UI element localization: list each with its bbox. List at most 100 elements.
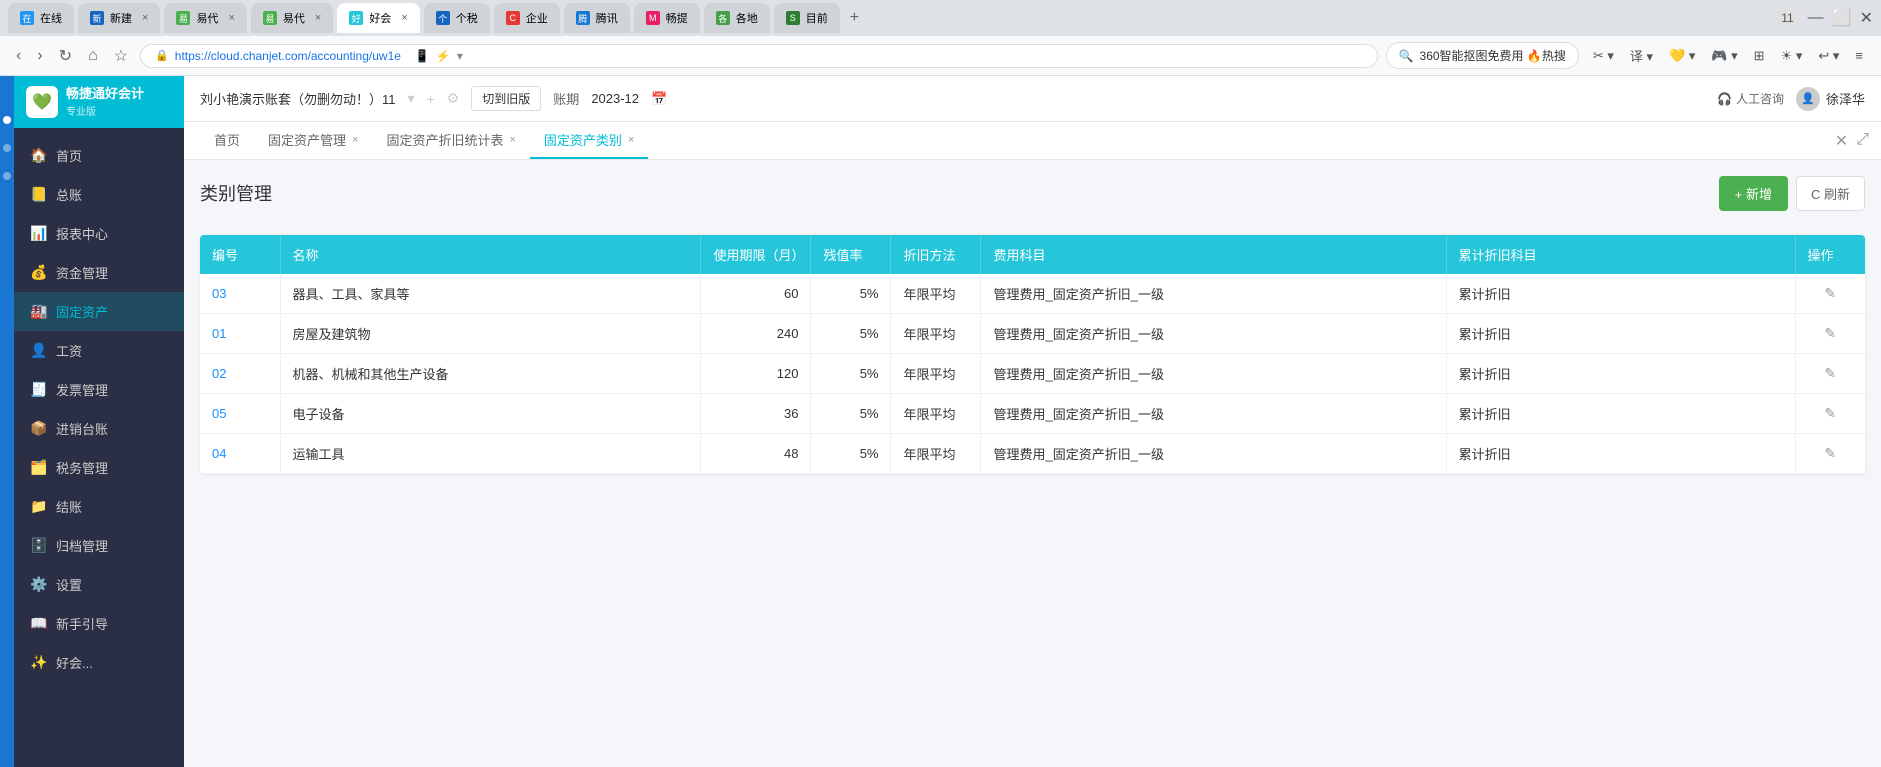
sidebar-item-haohui[interactable]: ✨ 好会...	[14, 643, 184, 682]
translate-tool[interactable]: 译 ▾	[1624, 43, 1659, 68]
cut-tool[interactable]: ✂ ▾	[1587, 45, 1620, 67]
cell-name: 运输工具	[280, 434, 701, 474]
tab-tengxun[interactable]: 腾 腾讯	[564, 3, 630, 33]
settings-gear-icon[interactable]: ⚙	[447, 90, 460, 107]
th-name: 名称	[280, 235, 701, 274]
dropdown-icon[interactable]: ▾	[408, 90, 415, 107]
sidebar: 💚 畅捷通好会计 专业版 🏠 首页 📒 总账 📊 报表中心 💰 资金管理	[14, 76, 184, 767]
tab-close-icon[interactable]: ×	[142, 12, 148, 24]
undo-tool[interactable]: ↩ ▾	[1812, 45, 1845, 67]
calendar-icon[interactable]: 📅	[651, 91, 667, 107]
tab-haohui[interactable]: 好 好会 ×	[337, 3, 419, 33]
grid-tool[interactable]: ⊞	[1748, 45, 1771, 67]
edit-icon[interactable]: ✎	[1824, 285, 1836, 301]
strip-dot-3[interactable]	[3, 172, 11, 180]
back-button[interactable]: ‹	[12, 43, 25, 69]
sidebar-item-fixed-assets[interactable]: 🏭 固定资产	[14, 292, 184, 331]
restore-icon[interactable]: ⬜	[1832, 8, 1852, 28]
cell-action: ✎	[1795, 274, 1865, 314]
sidebar-item-archive[interactable]: 🗄️ 归档管理	[14, 526, 184, 565]
tab-fixed-assets-mgmt[interactable]: 固定资产管理 ×	[254, 122, 372, 159]
category-table: 编号 名称 使用期限（月） 残值率 折旧方法 费用科目 累计折旧科目 操作 03…	[200, 235, 1865, 474]
tab-close-icon[interactable]: ×	[315, 12, 321, 24]
strip-dot-1[interactable]	[3, 116, 11, 124]
sidebar-item-purchase-sale[interactable]: 📦 进销台账	[14, 409, 184, 448]
switch-version-button[interactable]: 切到旧版	[471, 86, 541, 111]
close-window-icon[interactable]: ✕	[1860, 8, 1873, 28]
edit-icon[interactable]: ✎	[1824, 445, 1836, 461]
sidebar-item-settings[interactable]: ⚙️ 设置	[14, 565, 184, 604]
tab-qiye[interactable]: C 企业	[494, 3, 560, 33]
code-link[interactable]: 02	[212, 366, 226, 381]
tab-yidai1[interactable]: 易 易代 ×	[164, 3, 246, 33]
code-link[interactable]: 04	[212, 446, 226, 461]
app-header: 刘小艳演示账套（勿删勿动！）11 ▾ + ⚙ 切到旧版 账期 2023-12 📅…	[184, 76, 1881, 122]
edit-icon[interactable]: ✎	[1824, 365, 1836, 381]
tab-new[interactable]: 新 新建 ×	[78, 3, 160, 33]
tab-online[interactable]: 在 在线	[8, 3, 74, 33]
th-accum: 累计折旧科目	[1446, 235, 1795, 274]
service-button[interactable]: 🎧 人工咨询	[1717, 90, 1784, 107]
sidebar-item-tax[interactable]: 🗂️ 税务管理	[14, 448, 184, 487]
sidebar-item-gl-label: 总账	[56, 185, 82, 204]
tab-home[interactable]: 首页	[200, 122, 254, 159]
minimize-icon[interactable]: —	[1808, 9, 1824, 27]
sidebar-item-home[interactable]: 🏠 首页	[14, 136, 184, 175]
sidebar-item-funds[interactable]: 💰 资金管理	[14, 253, 184, 292]
sidebar-item-guide[interactable]: 📖 新手引导	[14, 604, 184, 643]
brightness-tool[interactable]: ☀ ▾	[1775, 45, 1809, 67]
expand-icon[interactable]: ⤢	[1856, 131, 1869, 151]
sidebar-item-invoice[interactable]: 🧾 发票管理	[14, 370, 184, 409]
add-company-icon[interactable]: +	[427, 91, 435, 107]
game-tool[interactable]: 🎮 ▾	[1705, 45, 1743, 67]
code-link[interactable]: 01	[212, 326, 226, 341]
cell-code: 05	[200, 394, 280, 434]
refresh-button[interactable]: C 刷新	[1796, 176, 1865, 211]
edit-icon[interactable]: ✎	[1824, 325, 1836, 341]
tab-gedi[interactable]: 各 各地	[704, 3, 770, 33]
address-input[interactable]: 🔒 https://cloud.chanjet.com/accounting/u…	[140, 44, 1378, 68]
tab-asset-category[interactable]: 固定资产类别 ×	[530, 122, 648, 159]
bookmark-button[interactable]: ☆	[110, 42, 132, 70]
sidebar-item-general-ledger[interactable]: 📒 总账	[14, 175, 184, 214]
code-link[interactable]: 03	[212, 286, 226, 301]
tab-depreciation-stats[interactable]: 固定资产折旧统计表 ×	[372, 122, 529, 159]
cell-action: ✎	[1795, 354, 1865, 394]
browser-tab-bar: 在 在线 新 新建 × 易 易代 × 易 易代 × 好 好会 × 个 个税 C …	[0, 0, 1881, 36]
edit-icon[interactable]: ✎	[1824, 405, 1836, 421]
funds-icon: 💰	[30, 264, 48, 282]
new-tab-button[interactable]: +	[844, 9, 865, 27]
home-button[interactable]: ⌂	[84, 43, 102, 69]
assets-icon: 🏭	[30, 303, 48, 321]
tab-yidai2[interactable]: 易 易代 ×	[251, 3, 333, 33]
table-row: 02 机器、机械和其他生产设备 120 5% 年限平均 管理费用_固定资产折旧_…	[200, 354, 1865, 394]
sidebar-item-close-period[interactable]: 📁 结账	[14, 487, 184, 526]
collapse-icon[interactable]: ✕	[1835, 131, 1848, 151]
expand-icon: ▾	[457, 49, 463, 63]
code-link[interactable]: 05	[212, 406, 226, 421]
tab-depreciation-close[interactable]: ×	[509, 134, 515, 146]
forward-button[interactable]: ›	[33, 43, 46, 69]
tab-muqian[interactable]: S 目前	[774, 3, 840, 33]
tab-close-icon[interactable]: ×	[228, 12, 234, 24]
sidebar-item-payroll[interactable]: 👤 工资	[14, 331, 184, 370]
username-display: 徐泽华	[1826, 89, 1865, 108]
strip-dot-2[interactable]	[3, 144, 11, 152]
sidebar-item-reports[interactable]: 📊 报表中心	[14, 214, 184, 253]
wallet-tool[interactable]: 💛 ▾	[1663, 45, 1701, 67]
tab-geshui[interactable]: 个 个税	[424, 3, 490, 33]
th-action: 操作	[1795, 235, 1865, 274]
tab-changte[interactable]: M 畅提	[634, 3, 700, 33]
cell-period: 48	[701, 434, 811, 474]
search-box[interactable]: 🔍 360智能抠图免费用 🔥热搜	[1386, 42, 1579, 69]
tab-close-icon[interactable]: ×	[401, 12, 407, 24]
th-method: 折旧方法	[891, 235, 981, 274]
user-menu[interactable]: 👤 徐泽华	[1796, 87, 1865, 111]
tab-category-close[interactable]: ×	[628, 134, 634, 146]
sidebar-menu: 🏠 首页 📒 总账 📊 报表中心 💰 资金管理 🏭 固定资产 👤 工资	[14, 128, 184, 767]
reload-button[interactable]: ↻	[55, 42, 76, 70]
menu-tool[interactable]: ≡	[1849, 45, 1869, 66]
th-code: 编号	[200, 235, 280, 274]
tab-assets-mgmt-close[interactable]: ×	[352, 134, 358, 146]
add-button[interactable]: + 新增	[1719, 176, 1788, 211]
